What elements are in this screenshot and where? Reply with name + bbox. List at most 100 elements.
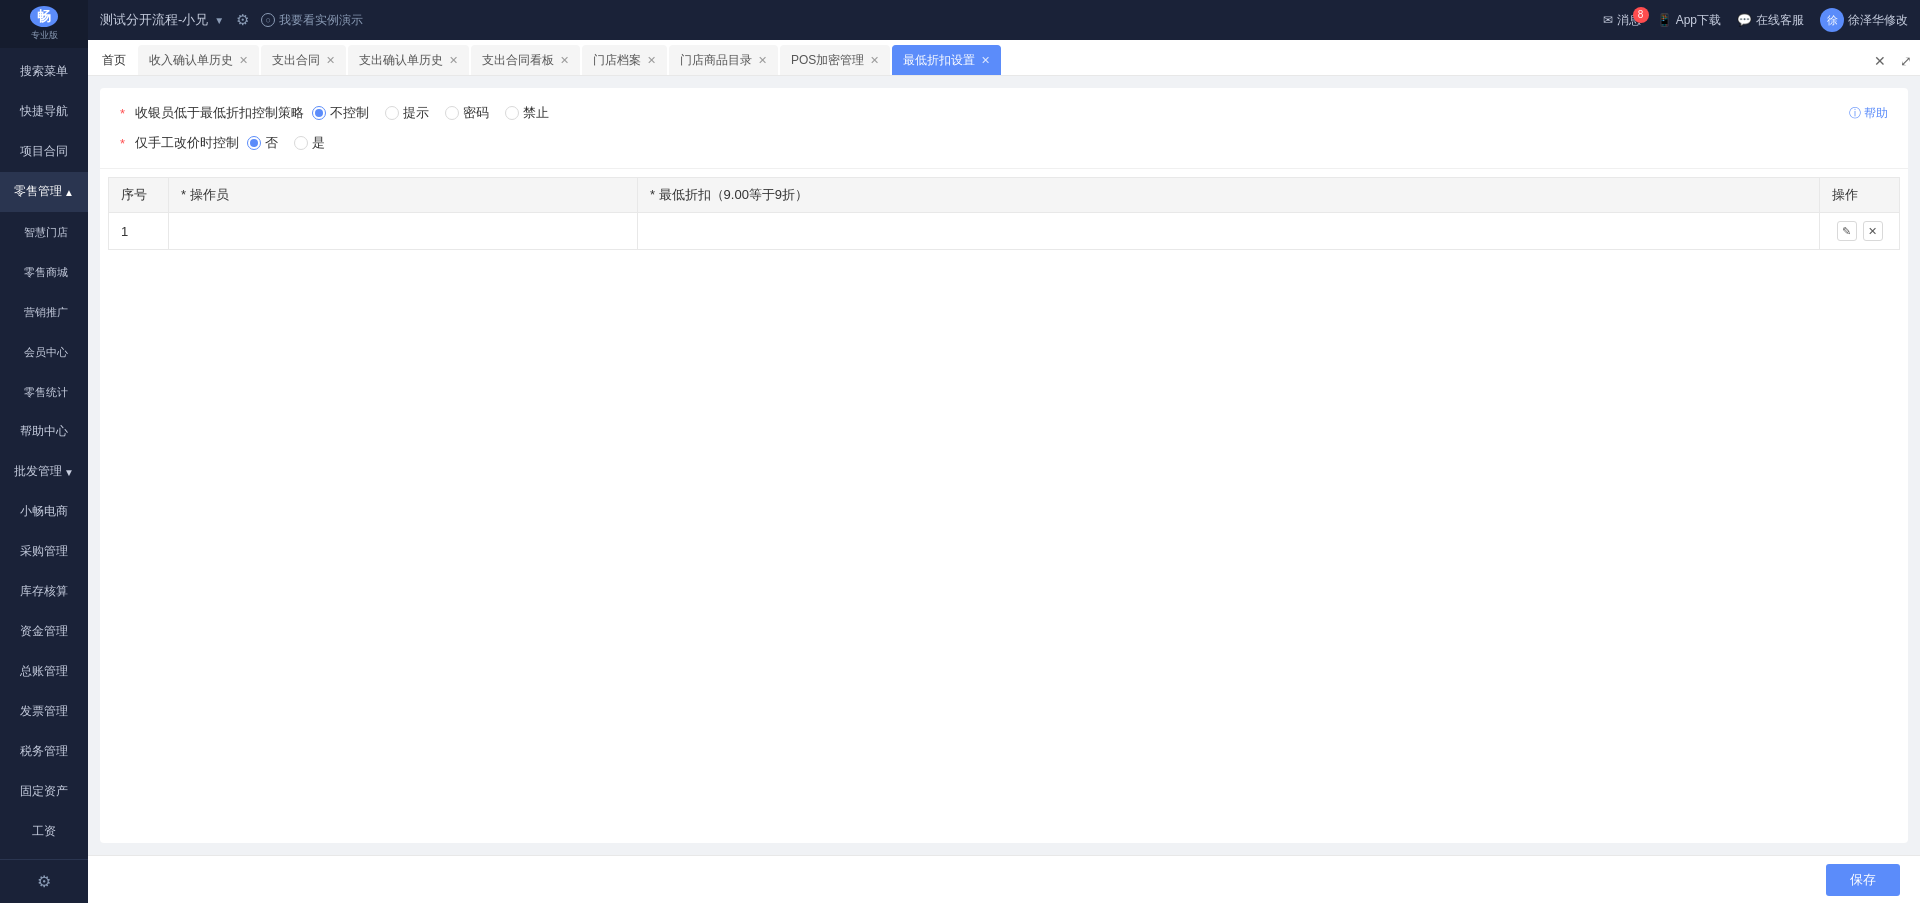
cell-operator[interactable] <box>169 213 638 250</box>
sidebar-item-marketing[interactable]: 营销推广 <box>0 292 88 332</box>
radio-label: 否 <box>265 134 278 152</box>
action-icons: ✎ ✕ <box>1832 221 1887 241</box>
sidebar-item-label: 搜索菜单 <box>20 64 68 80</box>
col-header-seq: 序号 <box>109 178 169 213</box>
sidebar-item-salary[interactable]: 工资 <box>0 812 88 852</box>
close-icon[interactable]: ✕ <box>758 54 767 67</box>
demo-link[interactable]: ○ 我要看实例演示 <box>261 12 363 29</box>
close-icon[interactable]: ✕ <box>870 54 879 67</box>
help-link[interactable]: ⓘ 帮助 <box>1849 105 1888 122</box>
table-section: 序号 * 操作员 * 最低折扣（9.00等于9折） 操作 1 <box>100 169 1908 258</box>
sidebar-item-quick-nav[interactable]: 快捷导航 <box>0 92 88 132</box>
sidebar-item-label: 帮助中心 <box>20 424 68 440</box>
sidebar-item-ecommerce[interactable]: 小畅电商 <box>0 492 88 532</box>
tab-min-discount[interactable]: 最低折扣设置 ✕ <box>892 45 1001 75</box>
online-support-button[interactable]: 💬 在线客服 <box>1737 12 1804 29</box>
avatar: 徐 <box>1820 8 1844 32</box>
tab-income[interactable]: 收入确认单历史 ✕ <box>138 45 259 75</box>
col-header-action: 操作 <box>1820 178 1900 213</box>
tab-label: 支出确认单历史 <box>359 52 443 69</box>
sidebar-item-retail-mall[interactable]: 零售商城 <box>0 252 88 292</box>
sidebar-item-label: 项目合同 <box>20 144 68 160</box>
radio-no[interactable]: 否 <box>247 134 278 152</box>
sidebar-item-retail-mgmt[interactable]: 零售管理 ▲ <box>0 172 88 212</box>
close-icon[interactable]: ✕ <box>326 54 335 67</box>
tab-label: 门店商品目录 <box>680 52 752 69</box>
sidebar-item-label: 库存核算 <box>20 584 68 600</box>
help-circle-icon: ⓘ <box>1849 105 1861 122</box>
app-download-button[interactable]: 📱 App下载 <box>1657 12 1721 29</box>
settings-icon[interactable]: ⚙ <box>236 11 249 29</box>
sidebar-item-invoice[interactable]: 发票管理 <box>0 692 88 732</box>
tab-payment-board[interactable]: 支出合同看板 ✕ <box>471 45 580 75</box>
tab-store-goods[interactable]: 门店商品目录 ✕ <box>669 45 778 75</box>
tab-payment-history[interactable]: 支出确认单历史 ✕ <box>348 45 469 75</box>
sidebar-item-label: 总账管理 <box>20 664 68 680</box>
radio-label: 不控制 <box>330 104 369 122</box>
sidebar-item-label: 工资 <box>32 824 56 840</box>
sidebar-item-label: 固定资产 <box>20 784 68 800</box>
app-logo: 畅 专业版 <box>0 0 88 48</box>
expand-icon[interactable]: ⤢ <box>1896 51 1916 71</box>
radio-circle-prompt <box>385 106 399 120</box>
sidebar-item-inventory[interactable]: 库存核算 <box>0 572 88 612</box>
sidebar-item-label: 营销推广 <box>24 305 68 319</box>
messages-badge: 8 <box>1633 7 1649 23</box>
cell-min-discount[interactable] <box>637 213 1819 250</box>
user-info[interactable]: 徐 徐泽华修改 <box>1820 8 1908 32</box>
support-icon: 💬 <box>1737 13 1752 27</box>
sidebar-nav: 搜索菜单 快捷导航 项目合同 零售管理 ▲ 智慧门店 零售商城 营销推广 会员中… <box>0 48 88 859</box>
radio-yes[interactable]: 是 <box>294 134 325 152</box>
manual-control-row: * 仅手工改价时控制 否 是 <box>120 134 1888 152</box>
chevron-down-icon: ▲ <box>64 186 74 199</box>
project-selector[interactable]: 测试分开流程-小兄 ▼ <box>100 11 224 29</box>
page-footer: 保存 <box>88 855 1920 903</box>
sidebar-item-smart-store[interactable]: 智慧门店 <box>0 212 88 252</box>
page-content: * 收银员低于最低折扣控制策略 不控制 提示 密码 <box>88 76 1920 903</box>
app-download-label: App下载 <box>1676 12 1721 29</box>
radio-circle-no-control <box>312 106 326 120</box>
data-table: 序号 * 操作员 * 最低折扣（9.00等于9折） 操作 1 <box>108 177 1900 250</box>
delete-icon[interactable]: ✕ <box>1863 221 1883 241</box>
sidebar-item-finance[interactable]: 资金管理 <box>0 612 88 652</box>
radio-prohibit[interactable]: 禁止 <box>505 104 549 122</box>
radio-circle-prohibit <box>505 106 519 120</box>
close-icon[interactable]: ✕ <box>560 54 569 67</box>
sidebar-item-ledger[interactable]: 总账管理 <box>0 652 88 692</box>
sidebar-item-label: 零售统计 <box>24 385 68 399</box>
sidebar-item-project-contract[interactable]: 项目合同 <box>0 132 88 172</box>
radio-password[interactable]: 密码 <box>445 104 489 122</box>
tab-payment[interactable]: 支出合同 ✕ <box>261 45 346 75</box>
sidebar-item-retail-stats[interactable]: 零售统计 <box>0 372 88 412</box>
close-icon[interactable]: ✕ <box>449 54 458 67</box>
close-icon[interactable]: ✕ <box>981 54 990 67</box>
required-indicator: * <box>120 106 125 121</box>
edit-icon[interactable]: ✎ <box>1837 221 1857 241</box>
sidebar-item-search[interactable]: 搜索菜单 <box>0 52 88 92</box>
messages-button[interactable]: ✉ 消息 8 <box>1603 12 1641 29</box>
control-strategy-label: 收银员低于最低折扣控制策略 <box>135 104 304 122</box>
sidebar-item-wholesale[interactable]: 批发管理 ▼ <box>0 452 88 492</box>
demo-link-text: 我要看实例演示 <box>279 12 363 29</box>
sidebar-item-help-center[interactable]: 帮助中心 <box>0 412 88 452</box>
close-icon[interactable]: ✕ <box>239 54 248 67</box>
tab-store-archive[interactable]: 门店档案 ✕ <box>582 45 667 75</box>
radio-prompt[interactable]: 提示 <box>385 104 429 122</box>
radio-no-control[interactable]: 不控制 <box>312 104 369 122</box>
sidebar-item-fixed-assets[interactable]: 固定资产 <box>0 772 88 812</box>
close-icon[interactable]: ✕ <box>647 54 656 67</box>
tab-label: 收入确认单历史 <box>149 52 233 69</box>
radio-label: 禁止 <box>523 104 549 122</box>
tab-home[interactable]: 首页 <box>92 45 136 75</box>
gear-icon[interactable]: ⚙ <box>37 872 51 891</box>
sidebar-item-purchase[interactable]: 采购管理 <box>0 532 88 572</box>
manual-control-label: 仅手工改价时控制 <box>135 134 239 152</box>
logo-icon: 畅 <box>30 6 58 27</box>
tab-label: 首页 <box>102 52 126 69</box>
close-tab-icon[interactable]: ✕ <box>1870 51 1890 71</box>
sidebar-item-tax[interactable]: 税务管理 <box>0 732 88 772</box>
save-button[interactable]: 保存 <box>1826 864 1900 896</box>
tab-pos-pwd[interactable]: POS加密管理 ✕ <box>780 45 890 75</box>
main-area: 测试分开流程-小兄 ▼ ⚙ ○ 我要看实例演示 ✉ 消息 8 📱 App下载 💬… <box>88 0 1920 903</box>
sidebar-item-member[interactable]: 会员中心 <box>0 332 88 372</box>
